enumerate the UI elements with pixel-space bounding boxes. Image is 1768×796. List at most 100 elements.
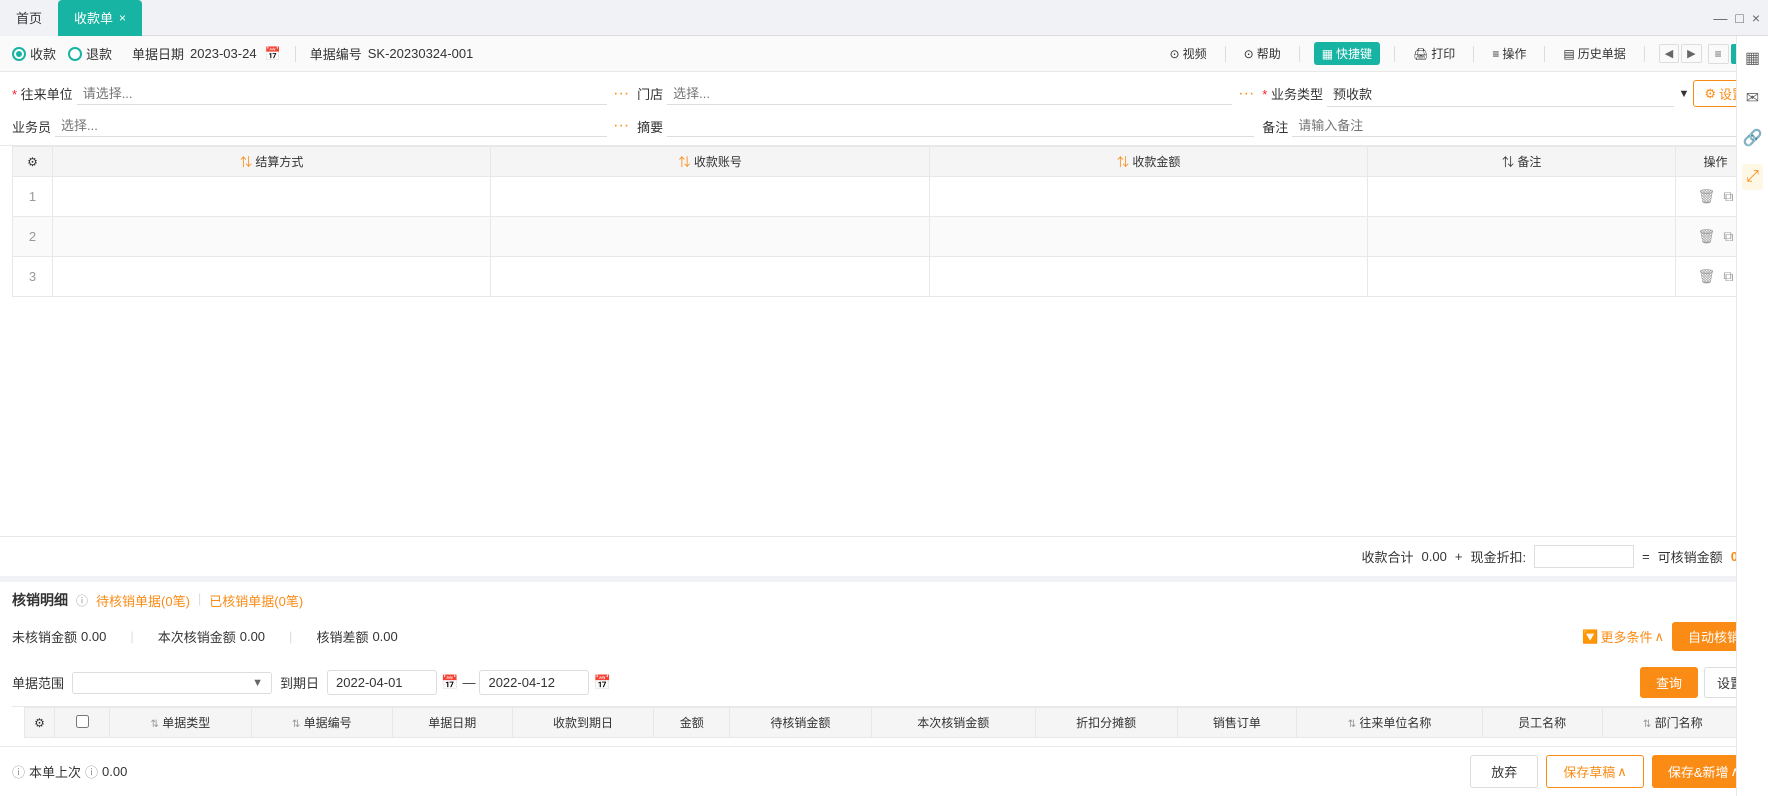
range-select[interactable]: ▼ [72,672,272,694]
attachment-sidebar-icon[interactable]: 🔗 [1739,124,1767,152]
note-input[interactable] [1292,115,1756,137]
sort-partner[interactable]: ⇅ [1348,719,1356,730]
tab-receipt-label: 收款单 [74,8,113,27]
table-sidebar-icon[interactable]: ▦ [1741,44,1764,72]
email-sidebar-icon[interactable]: ✉ [1742,84,1763,112]
bottom-info-icon[interactable]: ⓘ [12,762,25,781]
radio-refund[interactable]: 退款 [68,44,112,63]
sort-icon-3[interactable]: ⇅ [1117,155,1129,169]
tab-separator: | [198,591,201,610]
maximize-btn[interactable]: □ [1735,10,1743,26]
writeoff-table: ⚙ ⇅ 单据类型 ⇅ 单据编号 单据日期 收款到期日 金额 [24,707,1744,738]
col-settings[interactable]: ⚙ [13,147,53,177]
col-sales-order: 销售订单 [1177,708,1297,738]
minimize-btn[interactable]: — [1713,10,1727,26]
settings-icon-2[interactable]: ⚙ [34,716,45,730]
video-icon: ⊙ [1170,47,1180,61]
sort-icon-4[interactable]: ⇅ [1502,155,1514,169]
view-list[interactable]: ≡ [1708,44,1729,64]
draft-arrow-icon: ∧ [1617,764,1627,780]
close-btn[interactable]: × [1752,10,1760,26]
nav-prev[interactable]: ◀ [1659,44,1679,63]
tab-pending[interactable]: 待核销单据(0笔) [96,591,190,610]
staff-input[interactable] [55,115,607,137]
summary-label: 摘要 [637,117,663,136]
radio-receipt[interactable]: 收款 [12,44,56,63]
row-2-copy[interactable]: ⧉ [1721,226,1735,247]
help-btn[interactable]: ⊙ 帮助 [1240,43,1285,64]
col-amount: 金额 [654,708,730,738]
video-btn[interactable]: ⊙ 视频 [1166,43,1211,64]
doc-date-label: 单据日期 [132,44,184,63]
row-2-amount[interactable] [929,217,1367,257]
print-icon: 🖨 [1413,47,1428,61]
verifiable-label: 可核销金额 [1658,547,1723,566]
print-btn[interactable]: 🖨 打印 [1409,43,1459,64]
row-1-notes[interactable] [1368,177,1676,217]
writeoff-info-icon[interactable]: ⓘ [76,592,88,609]
shortcut-btn[interactable]: ▦ 快捷键 [1314,42,1380,65]
tab-close-icon[interactable]: × [119,11,126,25]
discount-input[interactable] [1534,545,1634,568]
bottom-info-icon2[interactable]: ⓘ [85,762,98,781]
row-3-account[interactable] [491,257,929,297]
draft-btn[interactable]: 保存草稿 ∧ [1546,755,1644,788]
row-3-settle[interactable] [53,257,491,297]
store-more-icon[interactable]: ··· [1238,85,1254,103]
table-row: 1 🗑 ⧉ [13,177,1756,217]
row-1-delete[interactable]: 🗑 [1696,186,1718,207]
staff-group: 业务员 ··· [12,115,629,137]
date-from-input[interactable] [327,670,437,695]
row-2-settle[interactable] [53,217,491,257]
radio-refund-label: 退款 [86,44,112,63]
col-current-amount: 本次核销金额 [871,708,1035,738]
row-1-account[interactable] [491,177,929,217]
sort-doc-type[interactable]: ⇅ [151,719,159,730]
stat-diff: 核销差额 0.00 [316,627,397,646]
row-1-settle[interactable] [53,177,491,217]
tab-receipt[interactable]: 收款单 × [58,0,142,36]
row-1-copy[interactable]: ⧉ [1721,186,1735,207]
bottom-info: ⓘ 本单上次 ⓘ 0.00 [12,762,127,781]
sort-icon[interactable]: ⇅ [240,155,252,169]
date-to-input[interactable] [479,670,589,695]
counterparty-input[interactable] [77,83,607,105]
history-btn[interactable]: ▤ 历史单据 [1559,43,1629,64]
row-2-delete[interactable]: 🗑 [1696,226,1718,247]
row-2-account[interactable] [491,217,929,257]
row-3-notes[interactable] [1368,257,1676,297]
tab-completed[interactable]: 已核销单据(0笔) [209,591,303,610]
sort-doc-num[interactable]: ⇅ [292,719,300,730]
calendar-icon[interactable]: 📅 [265,46,281,62]
abandon-btn[interactable]: 放弃 [1470,755,1538,788]
nav-next[interactable]: ▶ [1681,44,1701,63]
summary-input[interactable] [667,115,1254,137]
biztype-arrow[interactable]: ▼ [1678,88,1689,100]
tab-home[interactable]: 首页 [0,0,58,36]
col-pending-amount: 待核销金额 [729,708,871,738]
current-value: 0.00 [240,629,265,644]
date-range: 📅 — 📅 [327,670,611,695]
row-3-copy[interactable]: ⧉ [1721,266,1735,287]
store-input[interactable] [667,83,1232,105]
sort-icon-2[interactable]: ⇅ [679,155,691,169]
more-conditions-btn[interactable]: 🔽 更多条件 ∧ [1582,627,1664,646]
staff-more-icon[interactable]: ··· [613,117,629,135]
right-sidebar: ▦ ✉ 🔗 ⤢ [1736,36,1768,796]
select-all-checkbox[interactable] [76,715,89,728]
query-btn[interactable]: 查询 [1640,667,1698,698]
cal-to-icon[interactable]: 📅 [593,674,610,691]
sep7 [1644,46,1645,62]
row-3-amount[interactable] [929,257,1367,297]
counterparty-more-icon[interactable]: ··· [613,85,629,103]
sep3 [1299,46,1300,62]
row-1-amount[interactable] [929,177,1367,217]
expand-sidebar-icon[interactable]: ⤢ [1742,164,1763,190]
row-2-notes[interactable] [1368,217,1676,257]
row-3-delete[interactable]: 🗑 [1696,266,1718,287]
doc-info: 单据日期 2023-03-24 📅 单据编号 SK-20230324-001 [132,44,473,63]
summary-row: 收款合计 0.00 + 现金折扣: = 可核销金额 0.00 [0,536,1768,576]
cal-from-icon[interactable]: 📅 [441,674,458,691]
operations-btn[interactable]: ≡ 操作 [1488,43,1530,64]
sort-dept[interactable]: ⇅ [1643,719,1651,730]
